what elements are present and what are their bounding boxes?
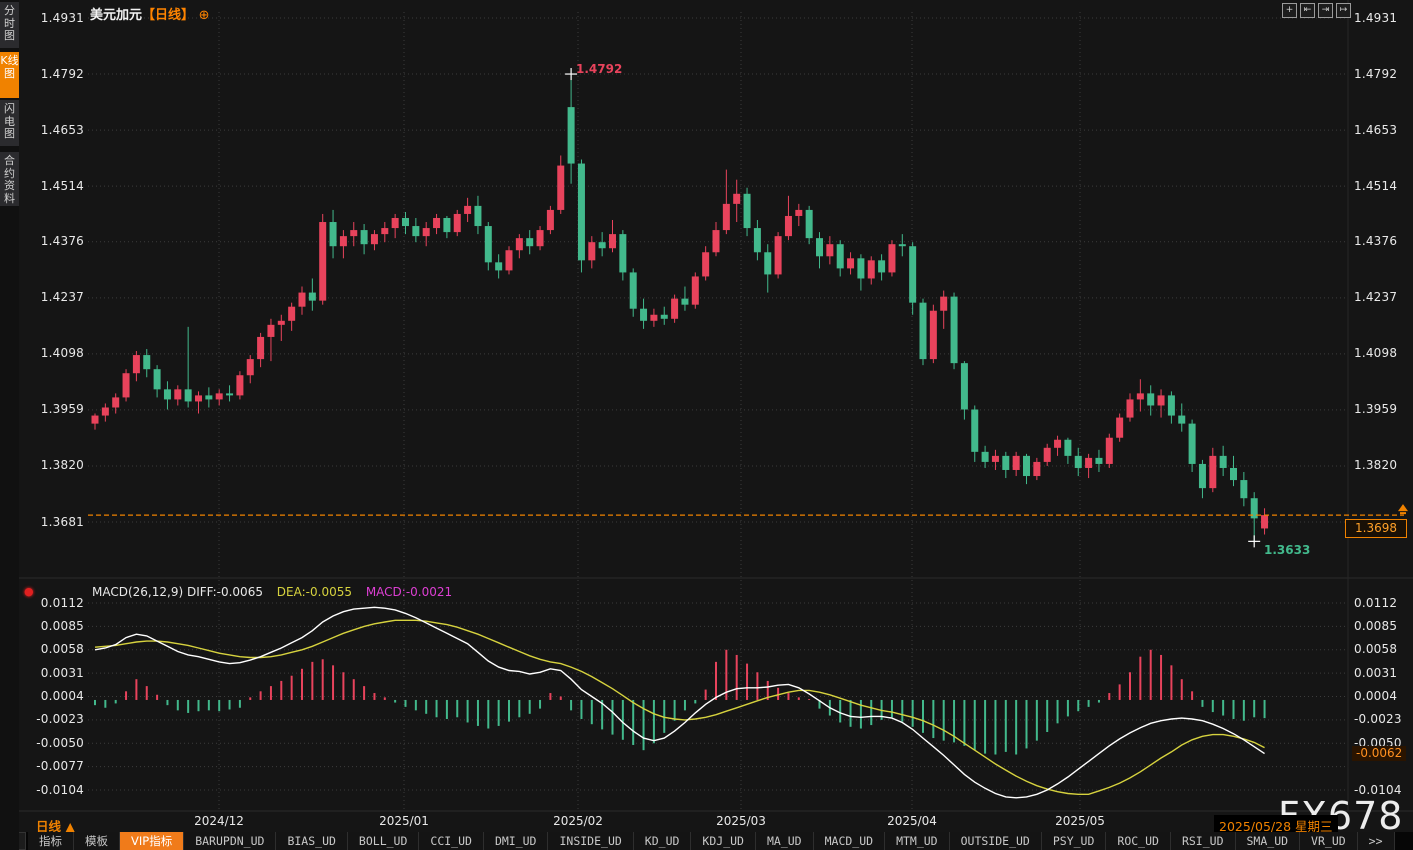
add-indicator-icon[interactable]: ⊕ — [199, 8, 210, 23]
price-tick-label: 1.4237 — [28, 290, 84, 304]
macd-tick-label: 0.0031 — [1354, 666, 1397, 680]
tab-inside_ud[interactable]: INSIDE_UD — [548, 832, 633, 850]
tab-macd_ud[interactable]: MACD_UD — [814, 832, 885, 850]
sidebar-item-kline-chart[interactable]: K线图 — [0, 52, 19, 98]
candlestick-layer — [92, 74, 1269, 541]
macd-dea-value: DEA:-0.0055 — [277, 585, 352, 599]
macd-params-diff: MACD(26,12,9) DIFF:-0.0065 — [92, 585, 263, 599]
price-tick-label: 1.4376 — [28, 234, 84, 248]
price-tick-label: 1.4653 — [28, 123, 84, 137]
time-tick-label: 2025/04 — [877, 814, 947, 828]
macd-tick-label: -0.0104 — [28, 783, 84, 797]
macd-tick-label: 0.0004 — [28, 689, 84, 703]
price-tick-label: 1.4514 — [28, 179, 84, 193]
current-price-badge: 1.3698 — [1345, 519, 1407, 538]
tab-[interactable]: 模板 — [74, 832, 120, 850]
tab-roc_ud[interactable]: ROC_UD — [1106, 832, 1171, 850]
tab-bar-filler — [1395, 832, 1413, 850]
price-tick-label: 1.4098 — [1354, 346, 1397, 360]
tab-sma_ud[interactable]: SMA_UD — [1236, 832, 1301, 850]
tab-vr_ud[interactable]: VR_UD — [1300, 832, 1358, 850]
price-tick-label: 1.3681 — [28, 515, 84, 529]
tab-vip[interactable]: VIP指标 — [120, 832, 184, 850]
zoom-vertical-icon[interactable]: ⇥ — [1318, 3, 1333, 18]
macd-tick-label: 0.0058 — [1354, 642, 1397, 656]
macd-tick-label: 0.0112 — [1354, 596, 1397, 610]
tab-kd_ud[interactable]: KD_UD — [634, 832, 692, 850]
period-tag: 【日线】 — [142, 8, 194, 23]
macd-histogram — [95, 650, 1265, 755]
tab-mtm_ud[interactable]: MTM_UD — [885, 832, 950, 850]
price-tick-label: 1.4931 — [1354, 11, 1397, 25]
price-tick-label: 1.3820 — [1354, 458, 1397, 472]
tab-boll_ud[interactable]: BOLL_UD — [348, 832, 419, 850]
price-tick-label: 1.4653 — [1354, 123, 1397, 137]
macd-settings-icon[interactable]: ● — [24, 585, 34, 598]
price-tick-label: 1.4792 — [28, 67, 84, 81]
grid-layer — [0, 0, 1413, 811]
price-tick-label: 1.4514 — [1354, 179, 1397, 193]
tab-dmi_ud[interactable]: DMI_UD — [484, 832, 549, 850]
indicator-tab-bar: 指标模板VIP指标BARUPDN_UDBIAS_UDBOLL_UDCCI_UDD… — [0, 832, 1413, 850]
macd-tick-label: 0.0004 — [1354, 689, 1397, 703]
macd-tick-label: 0.0058 — [28, 642, 84, 656]
high-price-annotation: 1.4792 — [576, 62, 622, 76]
price-tick-label: 1.3820 — [28, 458, 84, 472]
tab-bias_ud[interactable]: BIAS_UD — [276, 832, 347, 850]
chart-type-sidebar: 分时图 K线图闪电图合约资料 — [0, 0, 19, 850]
macd-tick-label: -0.0023 — [1354, 712, 1402, 726]
crosshair-icon[interactable]: + — [1282, 3, 1297, 18]
time-tick-label: 2025/01 — [369, 814, 439, 828]
macd-indicator-header: MACD(26,12,9) DIFF:-0.0065 DEA:-0.0055 M… — [92, 585, 452, 599]
time-tick-label: 2025/03 — [706, 814, 776, 828]
macd-tick-label: 0.0031 — [28, 666, 84, 680]
sidebar-item-flash-chart[interactable]: 闪电图 — [0, 100, 19, 146]
tab-outside_ud[interactable]: OUTSIDE_UD — [950, 832, 1042, 850]
price-tick-label: 1.4376 — [1354, 234, 1397, 248]
dea-line — [95, 620, 1265, 794]
sidebar-item-contract-info[interactable]: 合约资料 — [0, 152, 19, 206]
low-price-annotation: 1.3633 — [1264, 543, 1310, 557]
macd-tick-label: 0.0112 — [28, 596, 84, 610]
macd-tick-label: 0.0085 — [28, 619, 84, 633]
zoom-horizontal-icon[interactable]: ⇤ — [1300, 3, 1315, 18]
sidebar-item-time-chart[interactable]: 分时图 — [0, 2, 19, 48]
price-tick-label: 1.3959 — [28, 402, 84, 416]
macd-tick-label: -0.0077 — [28, 759, 84, 773]
tab-[interactable]: 指标 — [28, 832, 74, 850]
tab-psy_ud[interactable]: PSY_UD — [1042, 832, 1107, 850]
price-tick-label: 1.4792 — [1354, 67, 1397, 81]
current-diff-badge: -0.0062 — [1352, 746, 1406, 761]
price-tick-label: 1.3959 — [1354, 402, 1397, 416]
tab-cci_ud[interactable]: CCI_UD — [419, 832, 484, 850]
chart-application: 分时图 K线图闪电图合约资料 美元加元【日线】 ⊕ +⇤⇥↦ 1.4931 1.47… — [0, 0, 1413, 850]
time-tick-label: 2025/02 — [543, 814, 613, 828]
time-tick-label: 2025/05 — [1045, 814, 1115, 828]
chart-toolbar: +⇤⇥↦ — [1282, 3, 1351, 18]
macd-tick-label: -0.0050 — [28, 736, 84, 750]
macd-tick-label: -0.0023 — [28, 712, 84, 726]
symbol-name: 美元加元 — [90, 8, 142, 23]
tab-rsi_ud[interactable]: RSI_UD — [1171, 832, 1236, 850]
chart-title: 美元加元【日线】 ⊕ — [90, 4, 209, 23]
pan-right-icon[interactable]: ↦ — [1336, 3, 1351, 18]
macd-macd-value: MACD:-0.0021 — [366, 585, 452, 599]
tab-ma_ud[interactable]: MA_UD — [756, 832, 814, 850]
tab-kdj_ud[interactable]: KDJ_UD — [691, 832, 756, 850]
price-tick-label: 1.4098 — [28, 346, 84, 360]
price-arrow-icon — [1398, 504, 1408, 514]
price-tick-label: 1.4237 — [1354, 290, 1397, 304]
price-macd-chart[interactable] — [0, 0, 1413, 850]
macd-tick-label: 0.0085 — [1354, 619, 1397, 633]
time-tick-label: 2024/12 — [184, 814, 254, 828]
price-tick-label: 1.4931 — [28, 11, 84, 25]
tab-barupdn_ud[interactable]: BARUPDN_UD — [184, 832, 276, 850]
tab->>[interactable]: >> — [1358, 832, 1395, 850]
